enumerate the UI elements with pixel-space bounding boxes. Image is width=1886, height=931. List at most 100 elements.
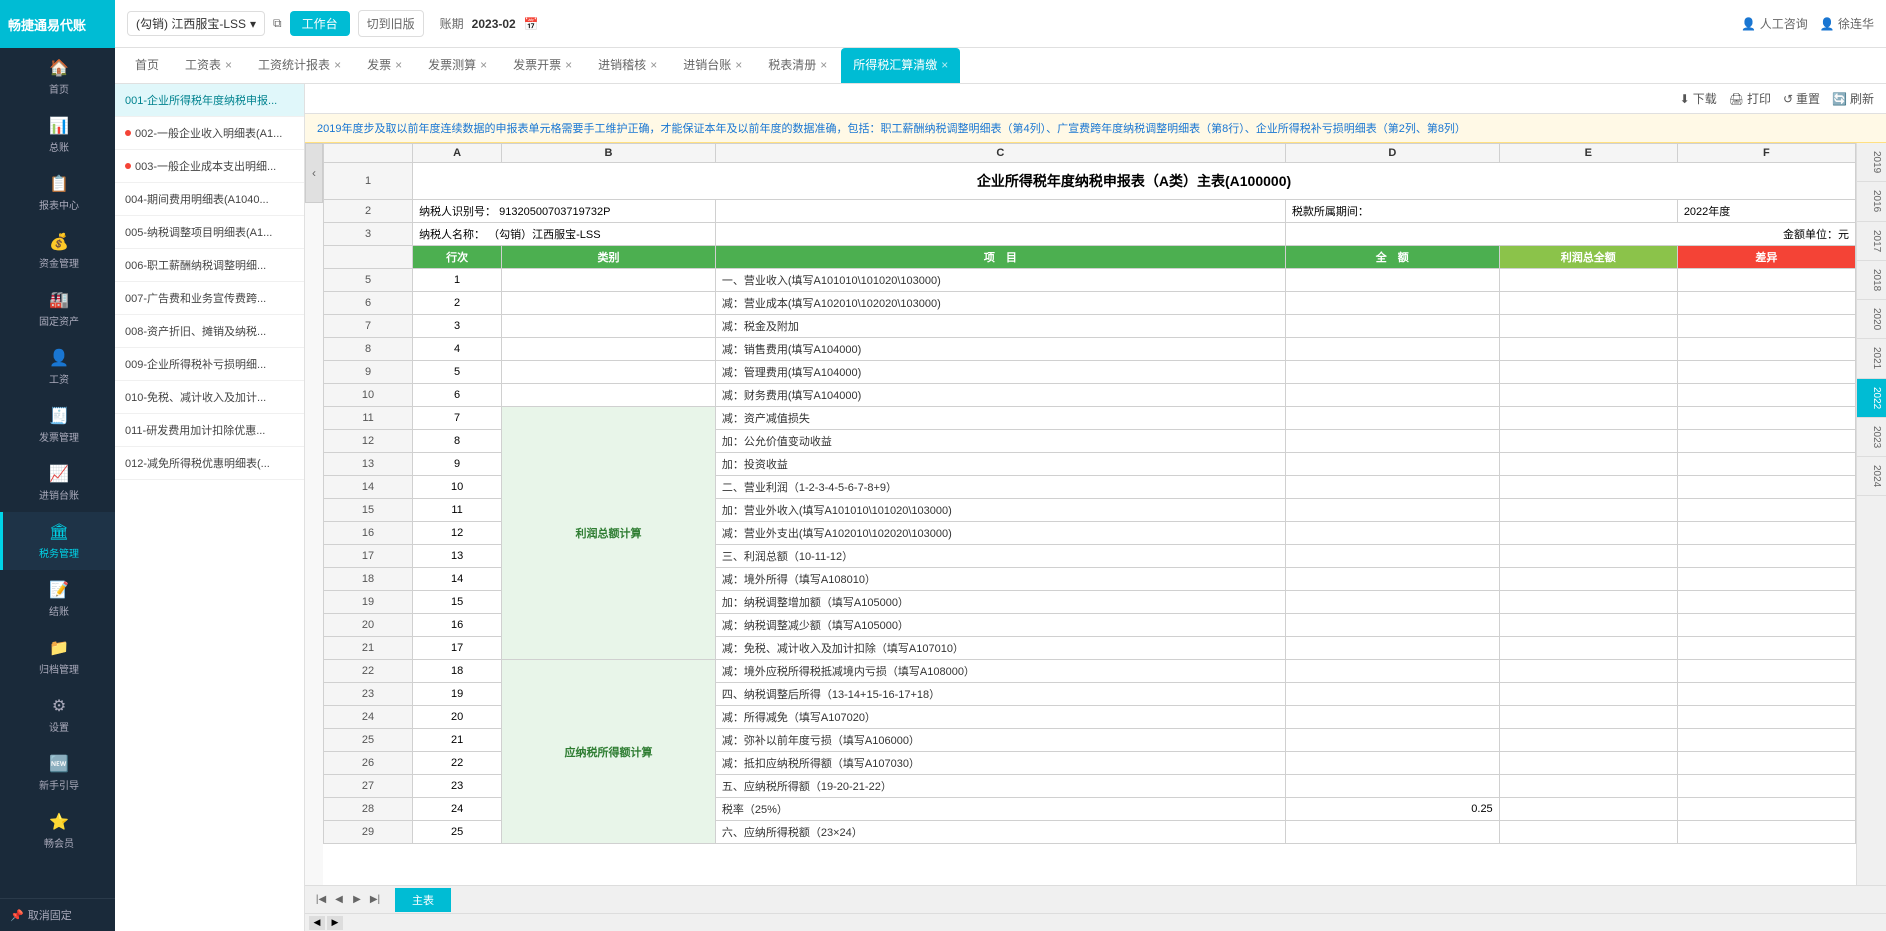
sidebar-item-固定资产[interactable]: 🏭固定资产 [0, 280, 115, 338]
tab-进销台账[interactable]: 进销台账 × [671, 48, 754, 83]
sheet-main[interactable]: A B C D E F 1企业所得税年度纳税申报表（A类）主表(A100000)… [323, 143, 1856, 885]
left-item-002-一般企业收入[interactable]: 002-一般企业收入明细表(A1... [115, 117, 304, 150]
scroll-right[interactable]: ▶ [327, 916, 343, 930]
sidebar-item-归档管理[interactable]: 📁归档管理 [0, 628, 115, 686]
tab-工资统计报表[interactable]: 工资统计报表 × [246, 48, 353, 83]
reset-button[interactable]: ↺ 重置 [1783, 90, 1820, 107]
sheet-nav-prev[interactable]: ◀ [331, 892, 347, 908]
tab-税表清册[interactable]: 税表清册 × [756, 48, 839, 83]
main-area: (勾销) 江西服宝-LSS ▾ ⧉ 工作台 切到旧版 账期 2023-02 📅 … [115, 0, 1886, 931]
tab-首页[interactable]: 首页 [123, 48, 171, 83]
year-item-2016[interactable]: 2016 [1857, 182, 1886, 221]
col-header-e: E [1499, 144, 1677, 163]
tab-close-icon[interactable]: × [334, 58, 341, 72]
tab-close-icon[interactable]: × [650, 58, 657, 72]
sheet-nav-next[interactable]: ▶ [349, 892, 365, 908]
sidebar-item-税务管理[interactable]: 🏛税务管理 [0, 512, 115, 570]
sidebar: 畅捷通易代账 🏠首页📊总账📋报表中心💰资金管理🏭固定资产👤工资🧾发票管理📈进销台… [0, 0, 115, 931]
year-item-2023[interactable]: 2023 [1857, 418, 1886, 457]
left-panel: 001-企业所得税年度纳税申报...002-一般企业收入明细表(A1...003… [115, 84, 305, 931]
right-panel: ⬇ 下载 🖨 打印 ↺ 重置 🔄 刷新 2019年度步及取以前年度连续 [305, 84, 1886, 931]
sidebar-item-资金管理[interactable]: 💰资金管理 [0, 222, 115, 280]
left-item-011-研发费用加计[interactable]: 011-研发费用加计扣除优惠... [115, 414, 304, 447]
left-item-001-企业所得税年[interactable]: 001-企业所得税年度纳税申报... [115, 84, 304, 117]
print-icon: 🖨 [1729, 92, 1744, 106]
table-row: 62减：营业成本(填写A102010\102020\103000) [324, 292, 1856, 315]
bottom-scrollbar[interactable]: ◀ ▶ [305, 913, 1886, 931]
sidebar-item-发票管理[interactable]: 🧾发票管理 [0, 396, 115, 454]
sheet-nav-first[interactable]: |◀ [313, 892, 329, 908]
user-info: 👤 徐连华 [1820, 15, 1874, 32]
left-item-005-纳税调整项目[interactable]: 005-纳税调整项目明细表(A1... [115, 216, 304, 249]
download-button[interactable]: ⬇ 下载 [1680, 90, 1717, 107]
tab-close-icon[interactable]: × [480, 58, 487, 72]
col-header-rownum [324, 144, 413, 163]
tab-close-icon[interactable]: × [941, 58, 948, 72]
col-header-leibie: 类别 [502, 246, 716, 269]
table-row: 106减：财务费用(填写A104000) [324, 384, 1856, 407]
scroll-arrows: ◀ ▶ [309, 916, 343, 930]
tab-发票开票[interactable]: 发票开票 × [501, 48, 584, 83]
tab-进销稽核[interactable]: 进销稽核 × [586, 48, 669, 83]
reset-icon: ↺ [1783, 92, 1793, 106]
tab-close-icon[interactable]: × [565, 58, 572, 72]
col-header-hangci: 行次 [413, 246, 502, 269]
year-item-2017[interactable]: 2017 [1857, 222, 1886, 261]
consult-button[interactable]: 👤 人工咨询 [1741, 15, 1807, 32]
left-item-010-免税、减计收[interactable]: 010-免税、减计收入及加计... [115, 381, 304, 414]
print-button[interactable]: 🖨 打印 [1729, 90, 1771, 107]
topbar: (勾销) 江西服宝-LSS ▾ ⧉ 工作台 切到旧版 账期 2023-02 📅 … [115, 0, 1886, 48]
collapse-button[interactable]: ‹ [305, 143, 323, 203]
calendar-icon[interactable]: 📅 [524, 17, 539, 31]
year-item-2024[interactable]: 2024 [1857, 457, 1886, 496]
tab-所得税汇算清缴[interactable]: 所得税汇算清缴 × [841, 48, 960, 83]
company-selector[interactable]: (勾销) 江西服宝-LSS ▾ [127, 11, 265, 36]
left-item-007-广告费和业务[interactable]: 007-广告费和业务宣传费跨... [115, 282, 304, 315]
tab-发票[interactable]: 发票 × [355, 48, 414, 83]
year-item-2018[interactable]: 2018 [1857, 261, 1886, 300]
year-item-2022[interactable]: 2022 [1857, 379, 1886, 418]
tab-工资表[interactable]: 工资表 × [173, 48, 244, 83]
left-item-012-减免所得税优[interactable]: 012-减免所得税优惠明细表(... [115, 447, 304, 480]
col-header-xiangmu: 项 目 [715, 246, 1285, 269]
copy-icon[interactable]: ⧉ [273, 16, 282, 31]
taxpayer-id: 纳税人识别号： 91320500703719732P [413, 200, 716, 223]
sidebar-item-首页[interactable]: 🏠首页 [0, 48, 115, 106]
tab-close-icon[interactable]: × [395, 58, 402, 72]
refresh-button[interactable]: 🔄 刷新 [1832, 90, 1874, 107]
sidebar-item-工资[interactable]: 👤工资 [0, 338, 115, 396]
left-item-004-期间费用明细[interactable]: 004-期间费用明细表(A1040... [115, 183, 304, 216]
sidebar-item-结账[interactable]: 📝结账 [0, 570, 115, 628]
unpin-button[interactable]: 📌 取消固定 [0, 899, 115, 931]
sidebar-item-进销台账[interactable]: 📈进销台账 [0, 454, 115, 512]
tab-发票测算[interactable]: 发票测算 × [416, 48, 499, 83]
tab-close-icon[interactable]: × [820, 58, 827, 72]
table-row: 117利润总额计算减：资产减值损失 [324, 407, 1856, 430]
col-header-quane: 全 额 [1285, 246, 1499, 269]
sidebar-item-报表中心[interactable]: 📋报表中心 [0, 164, 115, 222]
year-item-2020[interactable]: 2020 [1857, 300, 1886, 339]
scroll-left[interactable]: ◀ [309, 916, 325, 930]
col-header-chayi: 差异 [1677, 246, 1855, 269]
sidebar-item-新手引导[interactable]: 🆕新手引导 [0, 744, 115, 802]
tab-close-icon[interactable]: × [735, 58, 742, 72]
left-item-006-职工薪酬纳税[interactable]: 006-职工薪酬纳税调整明细... [115, 249, 304, 282]
left-item-003-一般企业成本[interactable]: 003-一般企业成本支出明细... [115, 150, 304, 183]
left-item-008-资产折旧、摊[interactable]: 008-资产折旧、摊销及纳税... [115, 315, 304, 348]
sidebar-item-总账[interactable]: 📊总账 [0, 106, 115, 164]
sidebar-item-畅会员[interactable]: ⭐畅会员 [0, 802, 115, 860]
sheet-title: 企业所得税年度纳税申报表（A类）主表(A100000) [413, 163, 1856, 200]
tab-close-icon[interactable]: × [225, 58, 232, 72]
workbench-button[interactable]: 工作台 [290, 11, 350, 36]
sheet-nav-last[interactable]: ▶| [367, 892, 383, 908]
sheet-tabs: |◀ ◀ ▶ ▶| 主表 [305, 885, 1886, 913]
sheet-tab-main[interactable]: 主表 [395, 888, 451, 912]
right-toolbar: ⬇ 下载 🖨 打印 ↺ 重置 🔄 刷新 [305, 84, 1886, 114]
year-item-2019[interactable]: 2019 [1857, 143, 1886, 182]
sidebar-item-设置[interactable]: ⚙设置 [0, 686, 115, 744]
year-item-2021[interactable]: 2021 [1857, 339, 1886, 378]
switch-version-button[interactable]: 切到旧版 [358, 10, 424, 37]
sheet-table: A B C D E F 1企业所得税年度纳税申报表（A类）主表(A100000)… [323, 143, 1856, 844]
left-item-009-企业所得税补[interactable]: 009-企业所得税补亏损明细... [115, 348, 304, 381]
refresh-icon: 🔄 [1832, 92, 1847, 106]
